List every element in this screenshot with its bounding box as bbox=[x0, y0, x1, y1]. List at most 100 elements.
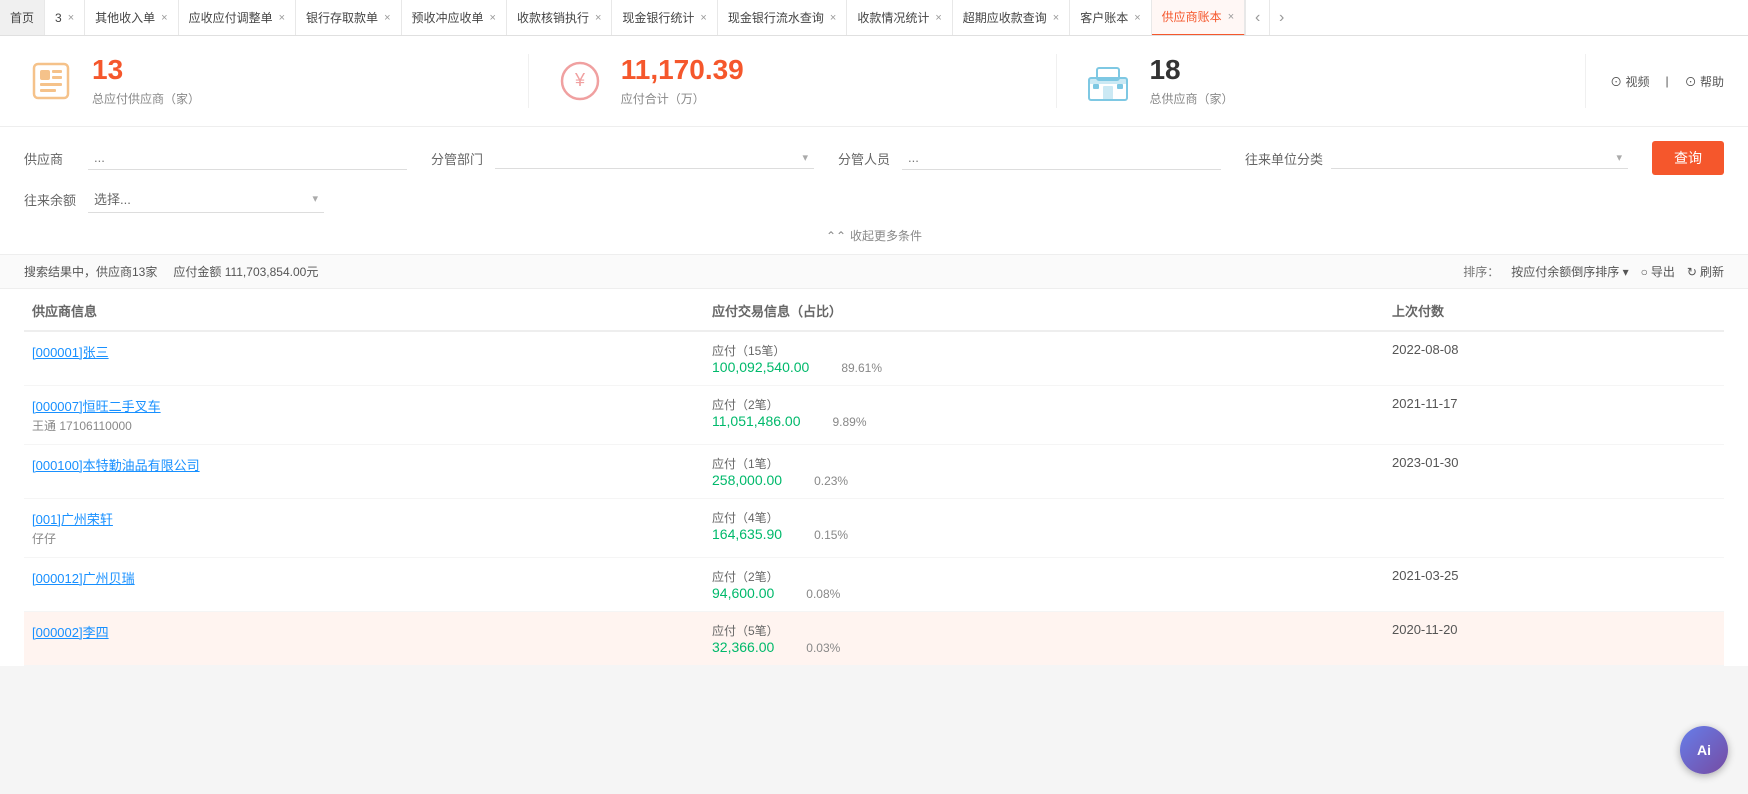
nav-tab-cash-flow[interactable]: 现金银行流水查询 × bbox=[718, 0, 847, 36]
tx-cell: 应付（1笔）258,000.000.23% bbox=[704, 445, 1384, 499]
export-button[interactable]: ○ 导出 bbox=[1641, 263, 1675, 280]
nav-tab-bank[interactable]: 银行存取款单 × bbox=[296, 0, 401, 36]
nav-tab-reconcile[interactable]: 收款核销执行 × bbox=[507, 0, 612, 36]
category-filter-select[interactable]: ▾ bbox=[1331, 147, 1628, 169]
nav-tab-3[interactable]: 3 × bbox=[45, 0, 85, 36]
tx-cell: 应付（2笔）94,600.000.08% bbox=[704, 558, 1384, 612]
supplier-link[interactable]: [000001]张三 bbox=[32, 345, 109, 360]
supplier-link[interactable]: [000007]恒旺二手叉车 bbox=[32, 399, 161, 414]
nav-arrow-right[interactable]: › bbox=[1269, 0, 1293, 36]
person-filter-label: 分管人员 bbox=[838, 149, 894, 168]
nav-tab-supplier-ledger[interactable]: 供应商账本 × bbox=[1152, 0, 1245, 36]
close-icon[interactable]: × bbox=[384, 12, 390, 24]
last-pay-date: 2023-01-30 bbox=[1392, 455, 1459, 470]
col-header-supplier: 供应商信息 bbox=[24, 289, 704, 331]
balance-filter-select[interactable]: 选择... ▾ bbox=[88, 185, 324, 213]
payable-suppliers-number: 13 bbox=[92, 55, 200, 86]
close-icon[interactable]: × bbox=[830, 12, 836, 24]
supplier-link[interactable]: [001]广州荣轩 bbox=[32, 512, 113, 527]
tx-amount[interactable]: 94,600.00 bbox=[712, 585, 774, 601]
supplier-filter-input[interactable] bbox=[88, 146, 407, 170]
summary-card-payable-total-text: 11,170.39 应付合计（万） bbox=[621, 55, 744, 107]
nav-tab-adjust[interactable]: 应收应付调整单 × bbox=[179, 0, 296, 36]
video-link[interactable]: ⊙ 视频 bbox=[1610, 73, 1649, 90]
filter-item-dept: 分管部门 ▾ bbox=[431, 147, 814, 169]
nav-tab-cash-stats[interactable]: 现金银行统计 × bbox=[612, 0, 717, 36]
summary-card-total-suppliers-text: 18 总供应商（家） bbox=[1149, 55, 1233, 107]
nav-tab-customer-ledger[interactable]: 客户账本 × bbox=[1070, 0, 1151, 36]
total-suppliers-number: 18 bbox=[1149, 55, 1233, 86]
nav-tab-3-label: 3 bbox=[55, 11, 62, 25]
nav-tab-prepay[interactable]: 预收冲应收单 × bbox=[402, 0, 507, 36]
payable-total-icon: ¥ bbox=[553, 54, 607, 108]
dept-filter-select[interactable]: ▾ bbox=[495, 147, 814, 169]
ai-assistant-button[interactable]: Ai bbox=[1680, 726, 1728, 774]
supplier-link[interactable]: [000100]本特勤油品有限公司 bbox=[32, 458, 200, 473]
close-icon[interactable]: × bbox=[1053, 12, 1059, 24]
table-row: [001]广州荣轩仔仔应付（4笔）164,635.900.15% bbox=[24, 499, 1724, 558]
top-nav: 首页 3 × 其他收入单 × 应收应付调整单 × 银行存取款单 × 预收冲应收单… bbox=[0, 0, 1748, 36]
tx-label: 应付（15笔） bbox=[712, 342, 1376, 359]
close-icon[interactable]: × bbox=[935, 12, 941, 24]
summary-card-payable-total: ¥ 11,170.39 应付合计（万） bbox=[553, 54, 1058, 108]
close-icon[interactable]: × bbox=[68, 12, 74, 24]
query-button[interactable]: 查询 bbox=[1652, 141, 1724, 175]
close-icon[interactable]: × bbox=[1228, 11, 1234, 23]
payable-total-number: 11,170.39 bbox=[621, 55, 744, 86]
nav-tab-bank-label: 银行存取款单 bbox=[306, 9, 378, 26]
table-row: [000100]本特勤油品有限公司 应付（1笔）258,000.000.23% 20… bbox=[24, 445, 1724, 499]
close-icon[interactable]: × bbox=[161, 12, 167, 24]
summary-bar: 13 总应付供应商（家） ¥ 11,170.39 应付合计（万） bbox=[0, 36, 1748, 127]
total-suppliers-icon bbox=[1081, 54, 1135, 108]
close-icon[interactable]: × bbox=[279, 12, 285, 24]
tx-percentage: 0.15% bbox=[814, 528, 848, 542]
supplier-link[interactable]: [000012]广州贝瑞 bbox=[32, 571, 135, 586]
sort-select[interactable]: 按应付余额倒序排序 ▾ bbox=[1511, 263, 1628, 280]
tx-percentage: 0.03% bbox=[806, 641, 840, 655]
supplier-cell: [000012]广州贝瑞 bbox=[24, 558, 704, 612]
col-header-lastpay: 上次付数 bbox=[1384, 289, 1724, 331]
person-filter-input[interactable] bbox=[902, 146, 1221, 170]
supplier-cell: [001]广州荣轩仔仔 bbox=[24, 499, 704, 558]
close-icon[interactable]: × bbox=[490, 12, 496, 24]
last-pay-cell: 2022-08-08 bbox=[1384, 331, 1724, 386]
summary-actions: ⊙ 视频 | ⊙ 帮助 bbox=[1610, 73, 1724, 90]
result-actions: 排序： 按应付余额倒序排序 ▾ ○ 导出 ↻ 刷新 bbox=[1463, 263, 1724, 280]
supplier-cell: [000001]张三 bbox=[24, 331, 704, 386]
tx-amount[interactable]: 100,092,540.00 bbox=[712, 359, 809, 375]
nav-tab-overdue-label: 超期应收款查询 bbox=[963, 9, 1047, 26]
payable-suppliers-icon bbox=[24, 54, 78, 108]
collapse-up-icon: ⌃⌃ bbox=[826, 229, 846, 243]
result-supplier-count: 搜索结果中，供应商13家 bbox=[24, 263, 157, 280]
filter-item-person: 分管人员 bbox=[838, 146, 1221, 170]
close-icon[interactable]: × bbox=[700, 12, 706, 24]
supplier-cell: [000007]恒旺二手叉车王通 17106110000 bbox=[24, 386, 704, 445]
tx-amount[interactable]: 32,366.00 bbox=[712, 639, 774, 655]
nav-tab-cash-flow-label: 现金银行流水查询 bbox=[728, 9, 824, 26]
last-pay-cell: 2021-11-17 bbox=[1384, 386, 1724, 445]
total-suppliers-label: 总供应商（家） bbox=[1149, 90, 1233, 107]
nav-tab-collection-stats[interactable]: 收款情况统计 × bbox=[847, 0, 952, 36]
nav-tab-home[interactable]: 首页 bbox=[0, 0, 45, 36]
help-link[interactable]: ⊙ 帮助 bbox=[1685, 73, 1724, 90]
tx-label: 应付（5笔） bbox=[712, 622, 1376, 639]
close-icon[interactable]: × bbox=[1134, 12, 1140, 24]
supplier-link[interactable]: [000002]李四 bbox=[32, 625, 109, 640]
supplier-cell: [000100]本特勤油品有限公司 bbox=[24, 445, 704, 499]
nav-arrow-left[interactable]: ‹ bbox=[1245, 0, 1269, 36]
nav-tab-overdue[interactable]: 超期应收款查询 × bbox=[953, 0, 1070, 36]
tx-amount[interactable]: 11,051,486.00 bbox=[712, 413, 801, 429]
tx-cell: 应付（5笔）32,366.00 0.03% bbox=[704, 612, 1384, 666]
close-icon[interactable]: × bbox=[595, 12, 601, 24]
chevron-down-icon: ▾ bbox=[1616, 151, 1622, 164]
collapse-btn[interactable]: ⌃⌃ 收起更多条件 bbox=[24, 223, 1724, 246]
nav-tab-other-income[interactable]: 其他收入单 × bbox=[85, 0, 178, 36]
filter-item-supplier: 供应商 bbox=[24, 146, 407, 170]
refresh-button[interactable]: ↻ 刷新 bbox=[1687, 263, 1724, 280]
tx-percentage: 9.89% bbox=[833, 415, 867, 429]
supplier-sub-info: 王通 17106110000 bbox=[32, 417, 696, 434]
tx-amount[interactable]: 164,635.90 bbox=[712, 526, 782, 542]
summary-card-total-suppliers: 18 总供应商（家） bbox=[1081, 54, 1586, 108]
tx-cell: 应付（15笔）100,092,540.0089.61% bbox=[704, 331, 1384, 386]
tx-amount[interactable]: 258,000.00 bbox=[712, 472, 782, 488]
